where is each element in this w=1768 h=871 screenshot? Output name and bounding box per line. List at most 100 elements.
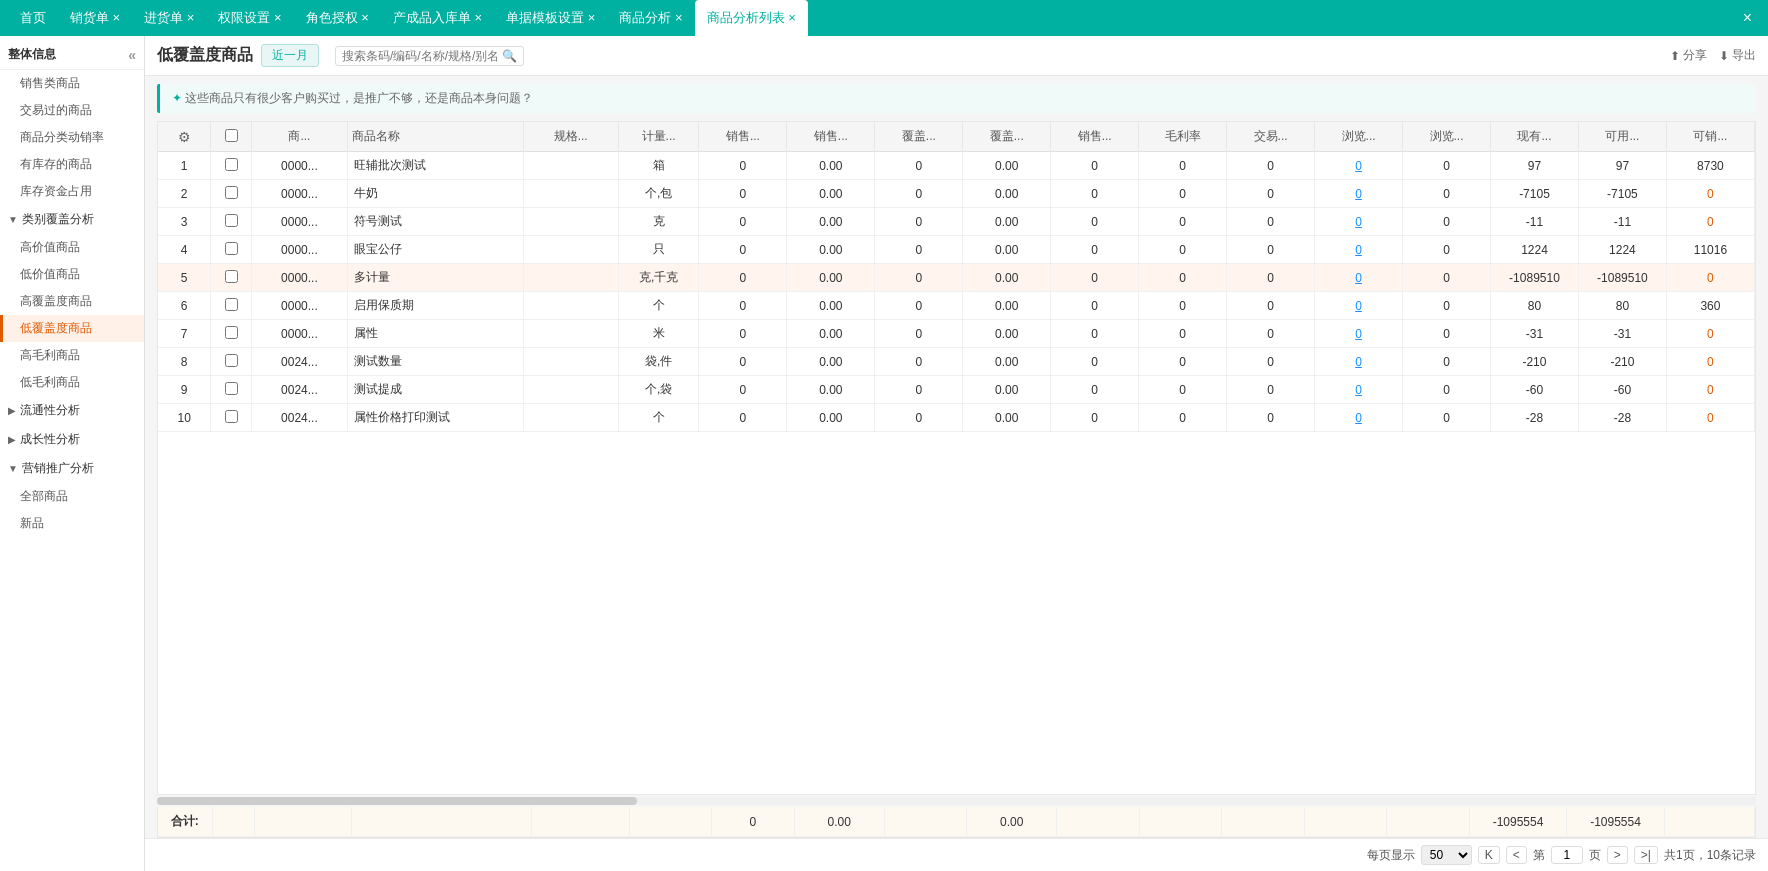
last-page-button[interactable]: >| [1634, 846, 1658, 864]
sidebar-section-circulation[interactable]: ▶ 流通性分析 [0, 396, 144, 425]
row-sales-qty: 0 [699, 376, 787, 404]
sidebar-section-category-coverage[interactable]: ▼ 类别覆盖分析 [0, 205, 144, 234]
row-view1[interactable]: 0 [1315, 292, 1403, 320]
row-view2: 0 [1403, 404, 1491, 432]
settings-icon[interactable]: ⚙ [178, 129, 191, 145]
next-page-button[interactable]: > [1607, 846, 1628, 864]
row-checkbox[interactable] [211, 376, 252, 404]
row-sales2: 0 [1051, 292, 1139, 320]
row-index: 10 [158, 404, 211, 432]
horizontal-scrollbar[interactable] [157, 797, 1756, 805]
sidebar-collapse-button[interactable]: « [128, 47, 136, 63]
row-index: 1 [158, 152, 211, 180]
row-view1[interactable]: 0 [1315, 180, 1403, 208]
row-sales-qty: 0 [699, 348, 787, 376]
row-unit: 箱 [618, 152, 699, 180]
sidebar-item-high-value[interactable]: 高价值商品 [0, 234, 144, 261]
col-header-current: 现有... [1491, 122, 1579, 152]
row-cover2: 0.00 [963, 320, 1051, 348]
row-checkbox[interactable] [211, 264, 252, 292]
row-unit: 个,袋 [618, 376, 699, 404]
time-filter-button[interactable]: 近一月 [261, 44, 319, 67]
export-button[interactable]: ⬇ 导出 [1719, 47, 1756, 64]
col-header-check[interactable] [211, 122, 252, 152]
nav-template-settings[interactable]: 单据模板设置 × [494, 0, 607, 36]
sidebar-item-inventory-value[interactable]: 库存资金占用 [0, 178, 144, 205]
info-text: 这些商品只有很少客户购买过，是推广不够，还是商品本身问题？ [185, 91, 533, 105]
sidebar-section-growth[interactable]: ▶ 成长性分析 [0, 425, 144, 454]
col-header-settings[interactable]: ⚙ [158, 122, 211, 152]
row-code: 0000... [252, 320, 347, 348]
row-view1[interactable]: 0 [1315, 348, 1403, 376]
row-checkbox[interactable] [211, 180, 252, 208]
per-page-select[interactable]: 50 100 200 [1421, 845, 1472, 865]
sidebar-item-sales-products[interactable]: 销售类商品 [0, 70, 144, 97]
nav-home[interactable]: 首页 [8, 0, 58, 36]
row-checkbox[interactable] [211, 236, 252, 264]
row-checkbox[interactable] [211, 320, 252, 348]
row-gross-rate: 0 [1139, 236, 1227, 264]
nav-product-analysis-list[interactable]: 商品分析列表 × [695, 0, 808, 36]
pagination-bar: 每页显示 50 100 200 K < 第 页 > >| 共1页，10条记录 [145, 838, 1768, 871]
sidebar-item-new-products[interactable]: 新品 [0, 510, 144, 537]
sidebar-item-low-margin[interactable]: 低毛利商品 [0, 369, 144, 396]
sidebar-item-high-coverage[interactable]: 高覆盖度商品 [0, 288, 144, 315]
scroll-thumb[interactable] [157, 797, 637, 805]
row-checkbox[interactable] [211, 348, 252, 376]
row-view1[interactable]: 0 [1315, 208, 1403, 236]
select-all-checkbox[interactable] [225, 129, 238, 142]
row-gross-rate: 0 [1139, 208, 1227, 236]
sidebar-item-low-value[interactable]: 低价值商品 [0, 261, 144, 288]
sidebar-section-marketing[interactable]: ▼ 营销推广分析 [0, 454, 144, 483]
row-current: -28 [1491, 404, 1579, 432]
row-view1[interactable]: 0 [1315, 264, 1403, 292]
nav-purchase[interactable]: 进货单 × [132, 0, 206, 36]
sidebar-item-stocked-products[interactable]: 有库存的商品 [0, 151, 144, 178]
row-view1[interactable]: 0 [1315, 152, 1403, 180]
row-name: 牛奶 [347, 180, 523, 208]
row-gross-rate: 0 [1139, 180, 1227, 208]
search-input[interactable] [342, 49, 502, 63]
row-view1[interactable]: 0 [1315, 236, 1403, 264]
col-header-cover2: 覆盖... [963, 122, 1051, 152]
sidebar-header-label: 整体信息 [8, 46, 56, 63]
nav-product-analysis[interactable]: 商品分析 × [607, 0, 694, 36]
window-close-button[interactable]: × [1735, 9, 1760, 27]
nav-roles[interactable]: 角色授权 × [294, 0, 381, 36]
sidebar-item-category-rate[interactable]: 商品分类动销率 [0, 124, 144, 151]
share-button[interactable]: ⬆ 分享 [1670, 47, 1707, 64]
row-code: 0000... [252, 208, 347, 236]
row-gross-rate: 0 [1139, 376, 1227, 404]
nav-permissions[interactable]: 权限设置 × [206, 0, 293, 36]
row-view1[interactable]: 0 [1315, 320, 1403, 348]
row-view1[interactable]: 0 [1315, 404, 1403, 432]
row-checkbox[interactable] [211, 404, 252, 432]
sidebar-item-low-coverage[interactable]: 低覆盖度商品 [0, 315, 144, 342]
prev-page-button[interactable]: < [1506, 846, 1527, 864]
row-code: 0024... [252, 404, 347, 432]
first-page-button[interactable]: K [1478, 846, 1500, 864]
nav-sales[interactable]: 销货单 × [58, 0, 132, 36]
sidebar-item-all-products[interactable]: 全部商品 [0, 483, 144, 510]
row-view2: 0 [1403, 376, 1491, 404]
sidebar-item-traded-products[interactable]: 交易过的商品 [0, 97, 144, 124]
share-label: 分享 [1683, 47, 1707, 64]
row-cover1: 0 [875, 264, 963, 292]
row-gross-rate: 0 [1139, 152, 1227, 180]
info-banner: ✦ 这些商品只有很少客户购买过，是推广不够，还是商品本身问题？ [157, 84, 1756, 113]
content-header: 低覆盖度商品 近一月 🔍 ⬆ 分享 ⬇ 导出 [145, 36, 1768, 76]
row-view1[interactable]: 0 [1315, 376, 1403, 404]
row-current: -11 [1491, 208, 1579, 236]
row-checkbox[interactable] [211, 152, 252, 180]
row-checkbox[interactable] [211, 292, 252, 320]
page-input[interactable] [1551, 846, 1583, 864]
sidebar-item-high-margin[interactable]: 高毛利商品 [0, 342, 144, 369]
row-sales-amt: 0.00 [787, 376, 875, 404]
search-icon[interactable]: 🔍 [502, 49, 517, 63]
row-checkbox[interactable] [211, 208, 252, 236]
row-gross-rate: 0 [1139, 264, 1227, 292]
nav-product-entry[interactable]: 产成品入库单 × [381, 0, 494, 36]
row-sales2: 0 [1051, 236, 1139, 264]
row-spec [523, 404, 618, 432]
row-unit: 个,包 [618, 180, 699, 208]
